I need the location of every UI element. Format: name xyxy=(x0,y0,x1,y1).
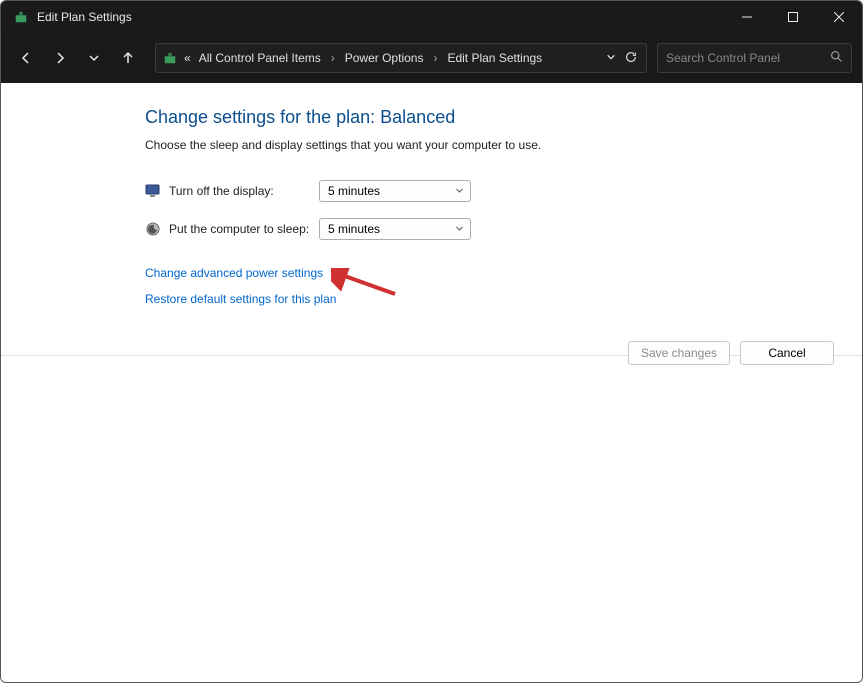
search-input[interactable] xyxy=(666,51,830,65)
sleep-timeout-select[interactable]: 5 minutes xyxy=(319,218,471,240)
breadcrumb-item[interactable]: Edit Plan Settings xyxy=(445,51,544,65)
chevron-down-icon xyxy=(455,222,464,236)
save-button[interactable]: Save changes xyxy=(628,341,730,365)
content-area: Change settings for the plan: Balanced C… xyxy=(1,83,862,682)
button-row: Save changes Cancel xyxy=(628,341,834,365)
back-button[interactable] xyxy=(11,43,41,73)
page-subtitle: Choose the sleep and display settings th… xyxy=(145,138,862,152)
breadcrumb[interactable]: « All Control Panel Items › Power Option… xyxy=(155,43,647,73)
select-value: 5 minutes xyxy=(328,184,380,198)
chevron-right-icon: › xyxy=(327,51,339,65)
maximize-button[interactable] xyxy=(770,1,816,33)
forward-button[interactable] xyxy=(45,43,75,73)
sleep-icon xyxy=(145,221,161,237)
window-controls xyxy=(724,1,862,33)
search-box[interactable] xyxy=(657,43,852,73)
advanced-settings-link[interactable]: Change advanced power settings xyxy=(145,266,323,280)
up-button[interactable] xyxy=(113,43,143,73)
breadcrumb-item[interactable]: All Control Panel Items xyxy=(197,51,323,65)
breadcrumb-item[interactable]: Power Options xyxy=(343,51,426,65)
close-button[interactable] xyxy=(816,1,862,33)
display-timeout-select[interactable]: 5 minutes xyxy=(319,180,471,202)
select-value: 5 minutes xyxy=(328,222,380,236)
titlebar: Edit Plan Settings xyxy=(1,1,862,33)
app-icon xyxy=(13,9,29,25)
page-title: Change settings for the plan: Balanced xyxy=(145,107,862,128)
search-icon[interactable] xyxy=(830,50,843,66)
setting-label: Turn off the display: xyxy=(169,184,319,198)
refresh-button[interactable] xyxy=(624,50,638,67)
chevron-down-icon xyxy=(455,184,464,198)
display-off-icon xyxy=(145,183,161,199)
window-frame: Edit Plan Settings « All Control Panel I… xyxy=(0,0,863,683)
cancel-button[interactable]: Cancel xyxy=(740,341,834,365)
breadcrumb-icon xyxy=(162,50,178,66)
recent-dropdown[interactable] xyxy=(79,43,109,73)
breadcrumb-dropdown[interactable] xyxy=(606,51,616,65)
window-title: Edit Plan Settings xyxy=(37,10,132,24)
setting-row-display: Turn off the display: 5 minutes xyxy=(145,180,862,202)
restore-defaults-link[interactable]: Restore default settings for this plan xyxy=(145,292,336,306)
setting-label: Put the computer to sleep: xyxy=(169,222,319,236)
navbar: « All Control Panel Items › Power Option… xyxy=(1,33,862,83)
setting-row-sleep: Put the computer to sleep: 5 minutes xyxy=(145,218,862,240)
chevron-right-icon: › xyxy=(429,51,441,65)
minimize-button[interactable] xyxy=(724,1,770,33)
breadcrumb-prefix[interactable]: « xyxy=(182,51,193,65)
